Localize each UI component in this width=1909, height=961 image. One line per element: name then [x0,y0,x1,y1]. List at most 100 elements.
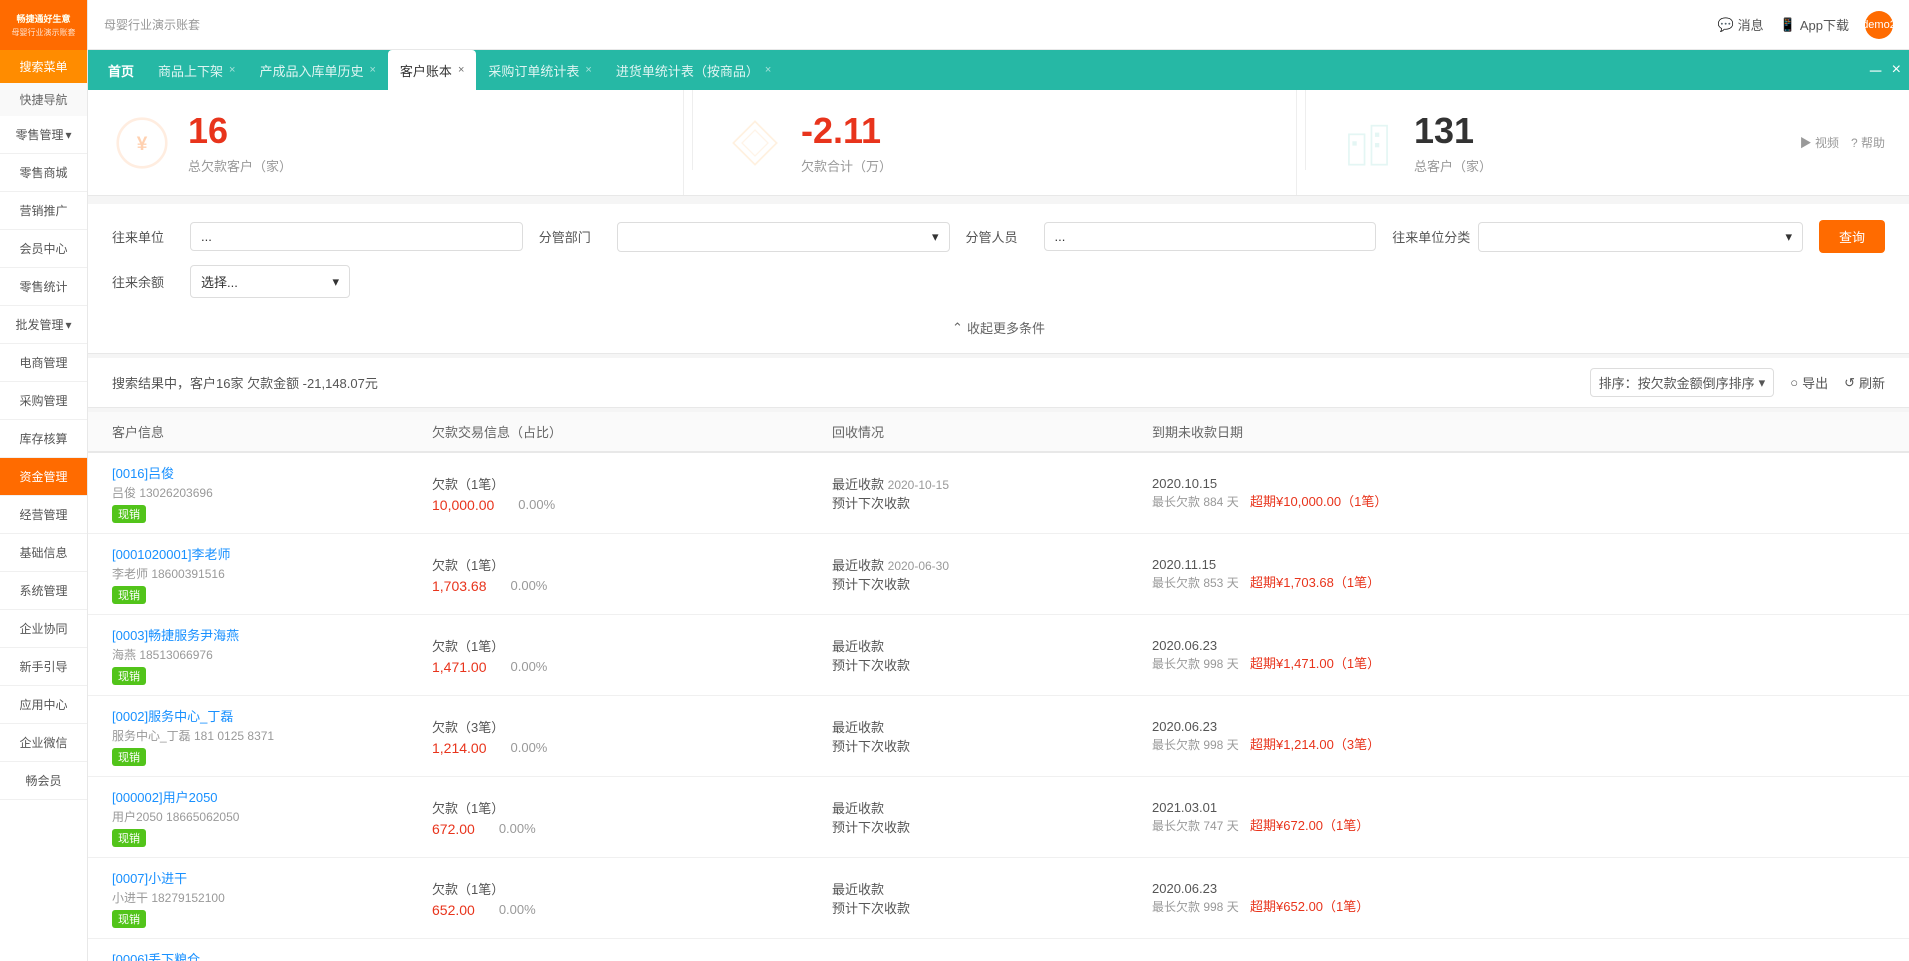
customer-name[interactable]: [0016]吕俊 [112,463,432,482]
tab-production-history[interactable]: 产成品入库单历史 × [247,50,387,90]
balance-label: 往来余额 [112,272,182,291]
customer-phone: 吕俊 13026203696 [112,484,432,501]
tab-customer-account[interactable]: 客户账本 × [388,50,476,90]
chevron-down-icon: ▾ [932,229,939,245]
data-table: 客户信息 欠款交易信息（占比） 回收情况 到期未收款日期 [0016]吕俊 吕俊… [88,412,1909,961]
customer-name[interactable]: [0006]丢下粮仓 [112,949,432,961]
debt-count: 欠款（1笔） [432,636,832,655]
tab-purchase-stats[interactable]: 采购订单统计表 × [476,50,603,90]
overdue-amount-label: 欠款合计（万） [801,156,1272,175]
sidebar-item-ecommerce[interactable]: 电商管理 [0,344,87,382]
sidebar-item-basic-info[interactable]: 基础信息 [0,534,87,572]
export-label: 导出 [1802,373,1828,392]
sidebar-item-operation[interactable]: 经营管理 [0,496,87,534]
sidebar: 畅捷通好生意 母婴行业演示账套 搜索菜单 快捷导航 零售管理 ▾ 零售商城 营销… [0,0,88,961]
collection-info: 最近收款 [832,636,1152,655]
tab-incoming-stats[interactable]: 进货单统计表（按商品） × [604,50,783,90]
collection-cell: 最近收款 预计下次收款 [832,798,1152,836]
sidebar-item-marketing[interactable]: 营销推广 [0,192,87,230]
search-menu-btn[interactable]: 搜索菜单 [0,50,87,83]
help-btn[interactable]: ? 帮助 [1851,134,1885,151]
filter-dept: 分管部门 ▾ [539,222,950,252]
stat-overdue-amount-info: -2.11 欠款合计（万） [801,110,1272,175]
debt-count: 欠款（1笔） [432,555,832,574]
sort-select[interactable]: 排序：按欠款金额倒序排序 ▾ [1590,368,1775,397]
close-icon[interactable]: × [765,64,771,76]
filter-row-2: 往来余额 选择... ▾ [112,265,1885,298]
table-row: [000002]用户2050 用户2050 18665062050 现销 欠款（… [88,777,1909,858]
sidebar-item-retail-stats[interactable]: 零售统计 [0,268,87,306]
sidebar-item-member[interactable]: 会员中心 [0,230,87,268]
from-unit-input[interactable]: ... [190,222,523,251]
customer-tag: 现销 [112,829,146,847]
sidebar-item-member-vip[interactable]: 畅会员 [0,762,87,800]
customer-phone: 服务中心_丁磊 181 0125 8371 [112,727,432,744]
balance-input[interactable]: 选择... ▾ [190,265,350,298]
customer-name[interactable]: [0007]小进干 [112,868,432,887]
sidebar-item-enterprise[interactable]: 企业协同 [0,610,87,648]
due-date-cell: 2021.03.01 最长欠款 747 天 超期¥672.00（1笔） [1152,800,1885,834]
debt-count: 欠款（1笔） [432,879,832,898]
app-download-btn[interactable]: 📱 App下载 [1780,15,1849,34]
overdue-days: 最长欠款 998 天 超期¥1,471.00（1笔） [1152,653,1885,672]
customer-name[interactable]: [0002]服务中心_丁磊 [112,706,432,725]
video-btn[interactable]: ▶ 视频 [1800,134,1839,151]
customer-cell: [0001020001]李老师 李老师 18600391516 现销 [112,544,432,604]
due-date-cell: 2020.06.23 最长欠款 998 天 超期¥652.00（1笔） [1152,881,1885,915]
customer-cell: [0002]服务中心_丁磊 服务中心_丁磊 181 0125 8371 现销 [112,706,432,766]
overdue-amount: 超期¥1,471.00（1笔） [1250,656,1380,671]
tab-products-off[interactable]: 商品上下架 × [146,50,247,90]
customer-name[interactable]: [0001020001]李老师 [112,544,432,563]
debt-row: 1,471.00 0.00% [432,659,832,675]
minimize-icon[interactable]: － [1868,58,1884,82]
user-profile-btn[interactable]: demo2 [1865,11,1893,39]
close-window-icon[interactable]: × [1892,61,1901,79]
sidebar-item-retail-mall[interactable]: 零售商城 [0,154,87,192]
close-icon[interactable]: × [369,64,375,76]
sidebar-item-inventory[interactable]: 库存核算 [0,420,87,458]
next-collection-info: 预计下次收款 [832,736,1152,755]
manager-value: ... [1055,229,1066,244]
close-icon[interactable]: × [229,64,235,76]
sidebar-item-wechat[interactable]: 企业微信 [0,724,87,762]
export-btn[interactable]: ○ 导出 [1790,373,1828,392]
message-btn[interactable]: 💬 消息 [1717,15,1763,34]
dept-input[interactable]: ▾ [617,222,950,252]
customer-cell: [0003]畅捷服务尹海燕 海燕 18513066976 现销 [112,625,432,685]
sidebar-item-app-center[interactable]: 应用中心 [0,686,87,724]
sidebar-item-finance[interactable]: 资金管理 [0,458,87,496]
close-icon[interactable]: × [458,64,464,76]
col-collection: 回收情况 [832,422,1152,441]
customer-name[interactable]: [000002]用户2050 [112,787,432,806]
customer-phone: 李老师 18600391516 [112,565,432,582]
chevron-down-icon: ▾ [1785,229,1792,245]
customer-tag: 现销 [112,586,146,604]
col-debt-info: 欠款交易信息（占比） [432,422,832,441]
refresh-btn[interactable]: ↺ 刷新 [1844,373,1885,392]
debt-cell: 欠款（1笔） 652.00 0.00% [432,879,832,918]
sidebar-item-sys-mgmt[interactable]: 系统管理 [0,572,87,610]
debt-percent: 0.00% [518,497,555,512]
customer-cell: [0006]丢下粮仓 陈小希 现销 [112,949,432,961]
table-row: [0016]吕俊 吕俊 13026203696 现销 欠款（1笔） 10,000… [88,453,1909,534]
manager-input[interactable]: ... [1044,222,1377,251]
unit-category-input[interactable]: ▾ [1478,222,1803,252]
sidebar-item-guide[interactable]: 新手引导 [0,648,87,686]
table-row: [0001020001]李老师 李老师 18600391516 现销 欠款（1笔… [88,534,1909,615]
collapse-btn[interactable]: ⌃ 收起更多条件 [112,310,1885,345]
collapse-label: 收起更多条件 [967,318,1045,337]
sidebar-item-retail-mgmt[interactable]: 零售管理 ▾ [0,116,87,154]
customer-name[interactable]: [0003]畅捷服务尹海燕 [112,625,432,644]
debt-row: 672.00 0.00% [432,821,832,837]
tab-home[interactable]: 首页 [96,50,146,90]
sidebar-item-purchase[interactable]: 采购管理 [0,382,87,420]
balance-value: 选择... [201,272,238,291]
due-date-cell: 2020.11.15 最长欠款 853 天 超期¥1,703.68（1笔） [1152,557,1885,591]
close-icon[interactable]: × [585,64,591,76]
filter-manager: 分管人员 ... [966,222,1377,251]
search-btn[interactable]: 查询 [1819,220,1885,253]
sidebar-item-batch-mgmt[interactable]: 批发管理 ▾ [0,306,87,344]
debt-cell: 欠款（1笔） 1,703.68 0.00% [432,555,832,594]
svg-text:¥: ¥ [137,133,148,154]
overdue-days: 最长欠款 747 天 超期¥672.00（1笔） [1152,815,1885,834]
